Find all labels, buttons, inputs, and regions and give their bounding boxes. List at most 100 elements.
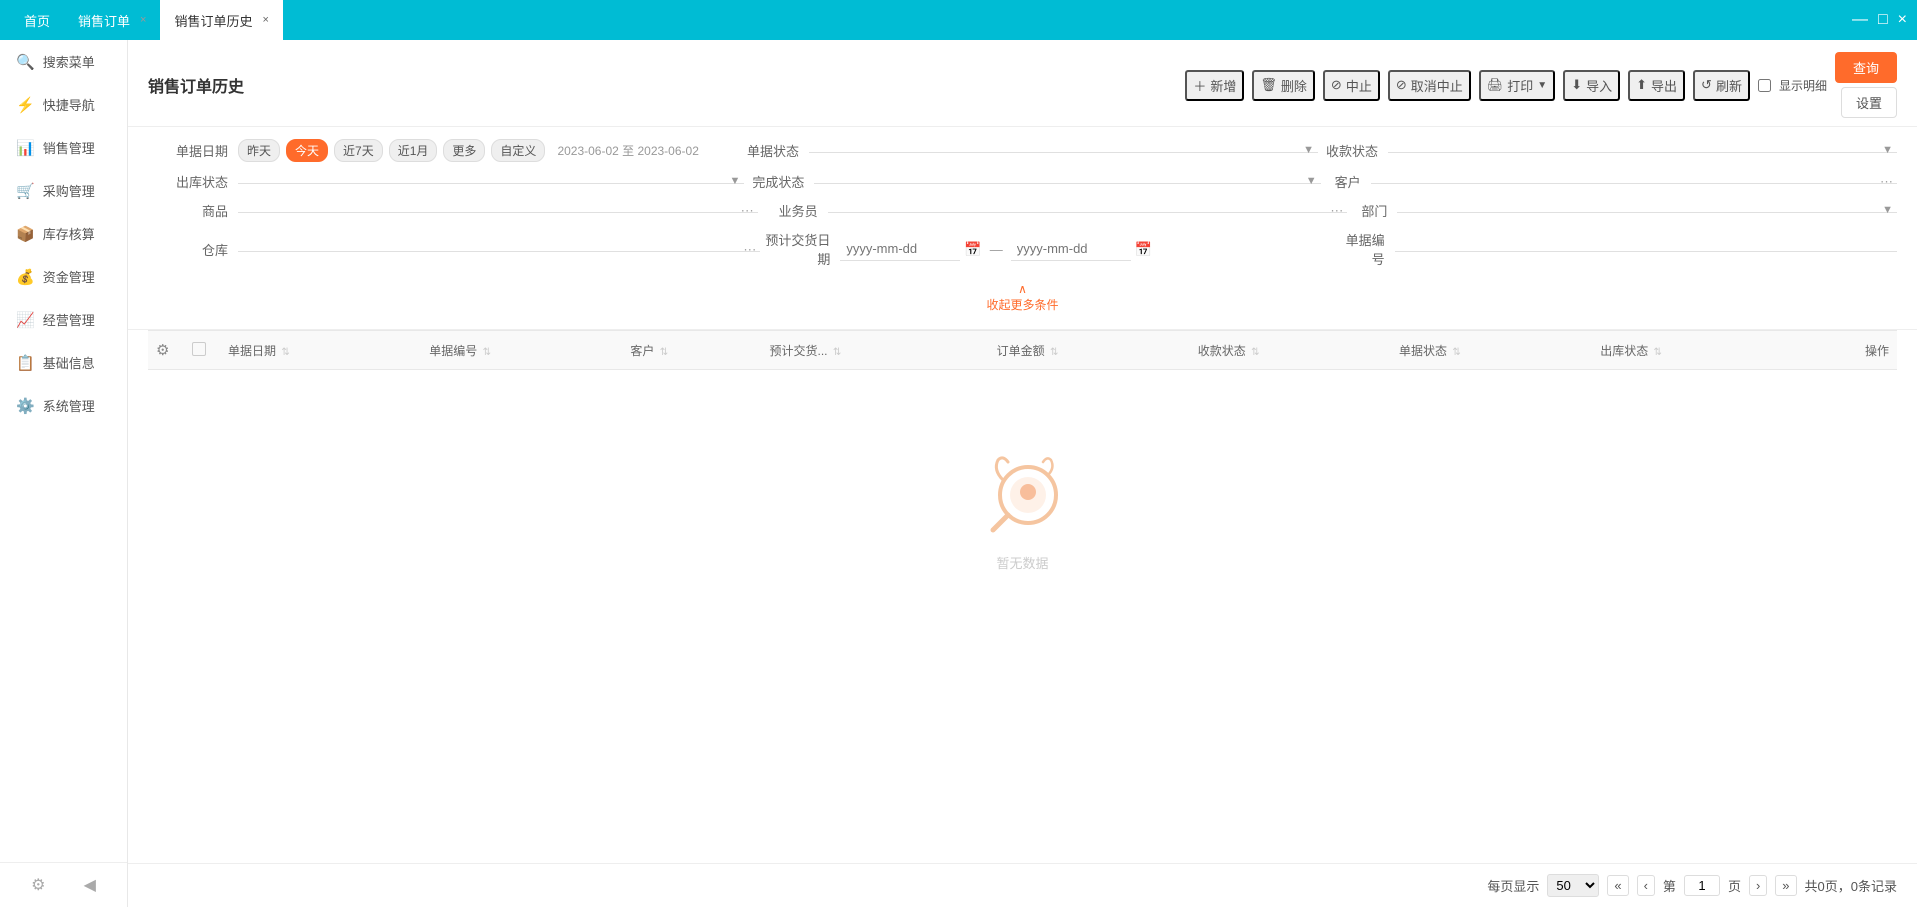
sidebar-item-sys-mgmt-label: 系统管理	[43, 396, 95, 415]
select-all-checkbox[interactable]	[192, 342, 206, 356]
sidebar-item-purchase-mgmt[interactable]: 🛒 采购管理	[0, 169, 127, 212]
th-customer-sort-icon[interactable]: ⇅	[660, 347, 668, 358]
delivery-from-calendar-icon[interactable]: 📅	[964, 241, 981, 258]
date-label: 单据日期	[148, 141, 238, 160]
sidebar-item-inventory[interactable]: 📦 库存核算	[0, 212, 127, 255]
delivery-from-input[interactable]	[840, 237, 960, 261]
th-action-label: 操作	[1865, 344, 1889, 358]
page-title: 销售订单历史	[148, 73, 244, 97]
page-header: 销售订单历史 ＋ 新增 🗑 删除 ⊘ 中止 ⊘ 取消中止	[128, 40, 1917, 127]
th-check	[184, 331, 220, 370]
th-date-sort-icon[interactable]: ⇅	[281, 347, 289, 358]
th-receipt-status-label: 收款状态	[1198, 344, 1246, 358]
customer-dots-icon[interactable]: ···	[1880, 174, 1893, 189]
next-page-btn[interactable]: ›	[1749, 875, 1767, 896]
minimize-btn[interactable]: —	[1852, 11, 1868, 29]
per-page-select[interactable]: 10 20 50 100	[1547, 874, 1599, 897]
new-button[interactable]: ＋ 新增	[1185, 70, 1244, 101]
th-order-status-sort-icon[interactable]: ⇅	[1452, 347, 1460, 358]
order-no-input-wrap[interactable]	[1395, 247, 1897, 252]
tab-sales-order-close[interactable]: ×	[140, 14, 146, 26]
warehouse-select-wrap[interactable]: ···	[238, 247, 760, 252]
stop-icon: ⊘	[1331, 77, 1342, 93]
th-customer: 客户 ⇅	[622, 331, 761, 370]
date-filter: 昨天 今天 近7天 近1月 更多 自定义 2023-06-02 至 2023-0…	[238, 139, 739, 162]
data-table: ⚙ 单据日期 ⇅ 单据编号 ⇅	[148, 330, 1897, 652]
tab-home[interactable]: 首页	[10, 0, 64, 40]
maximize-btn[interactable]: □	[1878, 11, 1888, 29]
warehouse-dots-icon[interactable]: ···	[743, 241, 756, 256]
pagination-bar: 每页显示 10 20 50 100 « ‹ 第 页 › » 共0页，0条记录	[128, 863, 1917, 907]
print-button[interactable]: 🖨 打印 ▼	[1479, 70, 1555, 101]
sidebar-item-finance[interactable]: 💰 资金管理	[0, 255, 127, 298]
tab-sales-order[interactable]: 销售订单 ×	[64, 0, 160, 40]
prev-page-btn[interactable]: ‹	[1637, 875, 1655, 896]
delivery-to-calendar-icon[interactable]: 📅	[1135, 241, 1152, 258]
th-delivery: 预计交货... ⇅	[762, 331, 989, 370]
purchase-mgmt-icon: 🛒	[16, 182, 35, 200]
sidebar-item-quick-nav[interactable]: ⚡ 快捷导航	[0, 83, 127, 126]
goods-dots-icon[interactable]: ···	[741, 203, 754, 218]
sales-mgmt-icon: 📊	[16, 139, 35, 157]
toolbar: ＋ 新增 🗑 删除 ⊘ 中止 ⊘ 取消中止 🖨 打印	[1185, 52, 1897, 118]
sidebar-collapse-btn[interactable]: ◀	[84, 875, 96, 895]
salesman-select-wrap[interactable]: ···	[828, 208, 1348, 213]
stop-button[interactable]: ⊘ 中止	[1323, 70, 1380, 101]
th-action: 操作	[1793, 331, 1897, 370]
operations-icon: 📈	[16, 311, 35, 329]
th-delivery-sort-icon[interactable]: ⇅	[833, 347, 841, 358]
order-status-arrow-icon: ▼	[1303, 144, 1314, 156]
date-btn-custom[interactable]: 自定义	[491, 139, 545, 162]
table-settings-icon[interactable]: ⚙	[156, 342, 169, 359]
display-columns-checkbox-wrap[interactable]: 显示明细	[1758, 77, 1827, 94]
date-btn-yesterday[interactable]: 昨天	[238, 139, 280, 162]
export-button[interactable]: ⬆ 导出	[1628, 70, 1685, 101]
salesman-dots-icon[interactable]: ···	[1330, 203, 1343, 218]
cancel-stop-button[interactable]: ⊘ 取消中止	[1388, 70, 1471, 101]
sidebar-item-sys-mgmt[interactable]: ⚙️ 系统管理	[0, 384, 127, 427]
sidebar-item-sales-mgmt[interactable]: 📊 销售管理	[0, 126, 127, 169]
sidebar-settings-btn[interactable]: ⚙	[31, 875, 45, 895]
tab-sales-order-history-close[interactable]: ×	[262, 14, 268, 26]
refresh-button[interactable]: ↺ 刷新	[1693, 70, 1750, 101]
dept-select-wrap[interactable]: ▼	[1397, 208, 1897, 213]
query-button[interactable]: 查询	[1835, 52, 1897, 83]
layout: 🔍 搜索菜单 ⚡ 快捷导航 📊 销售管理 🛒 采购管理 📦 库存核算 💰 资金管…	[0, 40, 1917, 907]
customer-select-wrap[interactable]: ···	[1371, 179, 1897, 184]
collapse-row[interactable]: ∧ 收起更多条件	[148, 278, 1897, 317]
out-status-label: 出库状态	[148, 172, 238, 191]
th-out-status: 出库状态 ⇅	[1592, 331, 1793, 370]
th-out-status-sort-icon[interactable]: ⇅	[1654, 347, 1662, 358]
order-status-select-wrap[interactable]: ▼	[809, 148, 1318, 153]
receipt-status-select-wrap[interactable]: ▼	[1388, 148, 1897, 153]
th-receipt-status-sort-icon[interactable]: ⇅	[1251, 347, 1259, 358]
display-columns-checkbox[interactable]	[1758, 79, 1771, 92]
import-button[interactable]: ⬇ 导入	[1563, 70, 1620, 101]
delivery-to-input[interactable]	[1011, 237, 1131, 261]
date-btn-7days[interactable]: 近7天	[334, 139, 383, 162]
out-status-select-wrap[interactable]: ▼	[238, 179, 744, 184]
th-no-sort-icon[interactable]: ⇅	[483, 347, 491, 358]
complete-status-select-wrap[interactable]: ▼	[814, 179, 1320, 184]
close-btn[interactable]: ×	[1898, 11, 1907, 29]
delivery-label: 预计交货日期	[760, 230, 840, 268]
date-btn-today[interactable]: 今天	[286, 139, 328, 162]
tab-home-label: 首页	[24, 11, 50, 30]
date-btn-more[interactable]: 更多	[443, 139, 485, 162]
basic-info-icon: 📋	[16, 354, 35, 372]
sidebar-item-basic-info[interactable]: 📋 基础信息	[0, 341, 127, 384]
tab-sales-order-history[interactable]: 销售订单历史 ×	[160, 0, 282, 40]
sidebar-item-search-menu[interactable]: 🔍 搜索菜单	[0, 40, 127, 83]
sidebar-item-operations[interactable]: 📈 经营管理	[0, 298, 127, 341]
th-amount-sort-icon[interactable]: ⇅	[1050, 347, 1058, 358]
empty-text: 暂无数据	[996, 553, 1048, 572]
last-page-btn[interactable]: »	[1775, 875, 1796, 896]
goods-select-wrap[interactable]: ···	[238, 208, 758, 213]
filter-row-2: 出库状态 ▼ 完成状态 ▼ 客户 ···	[148, 172, 1897, 191]
date-btn-1month[interactable]: 近1月	[389, 139, 438, 162]
page-number-input[interactable]	[1684, 875, 1720, 896]
delivery-date-sep: —	[990, 242, 1003, 257]
first-page-btn[interactable]: «	[1607, 875, 1628, 896]
delete-button[interactable]: 🗑 删除	[1252, 70, 1315, 101]
setting-button[interactable]: 设置	[1841, 87, 1897, 118]
